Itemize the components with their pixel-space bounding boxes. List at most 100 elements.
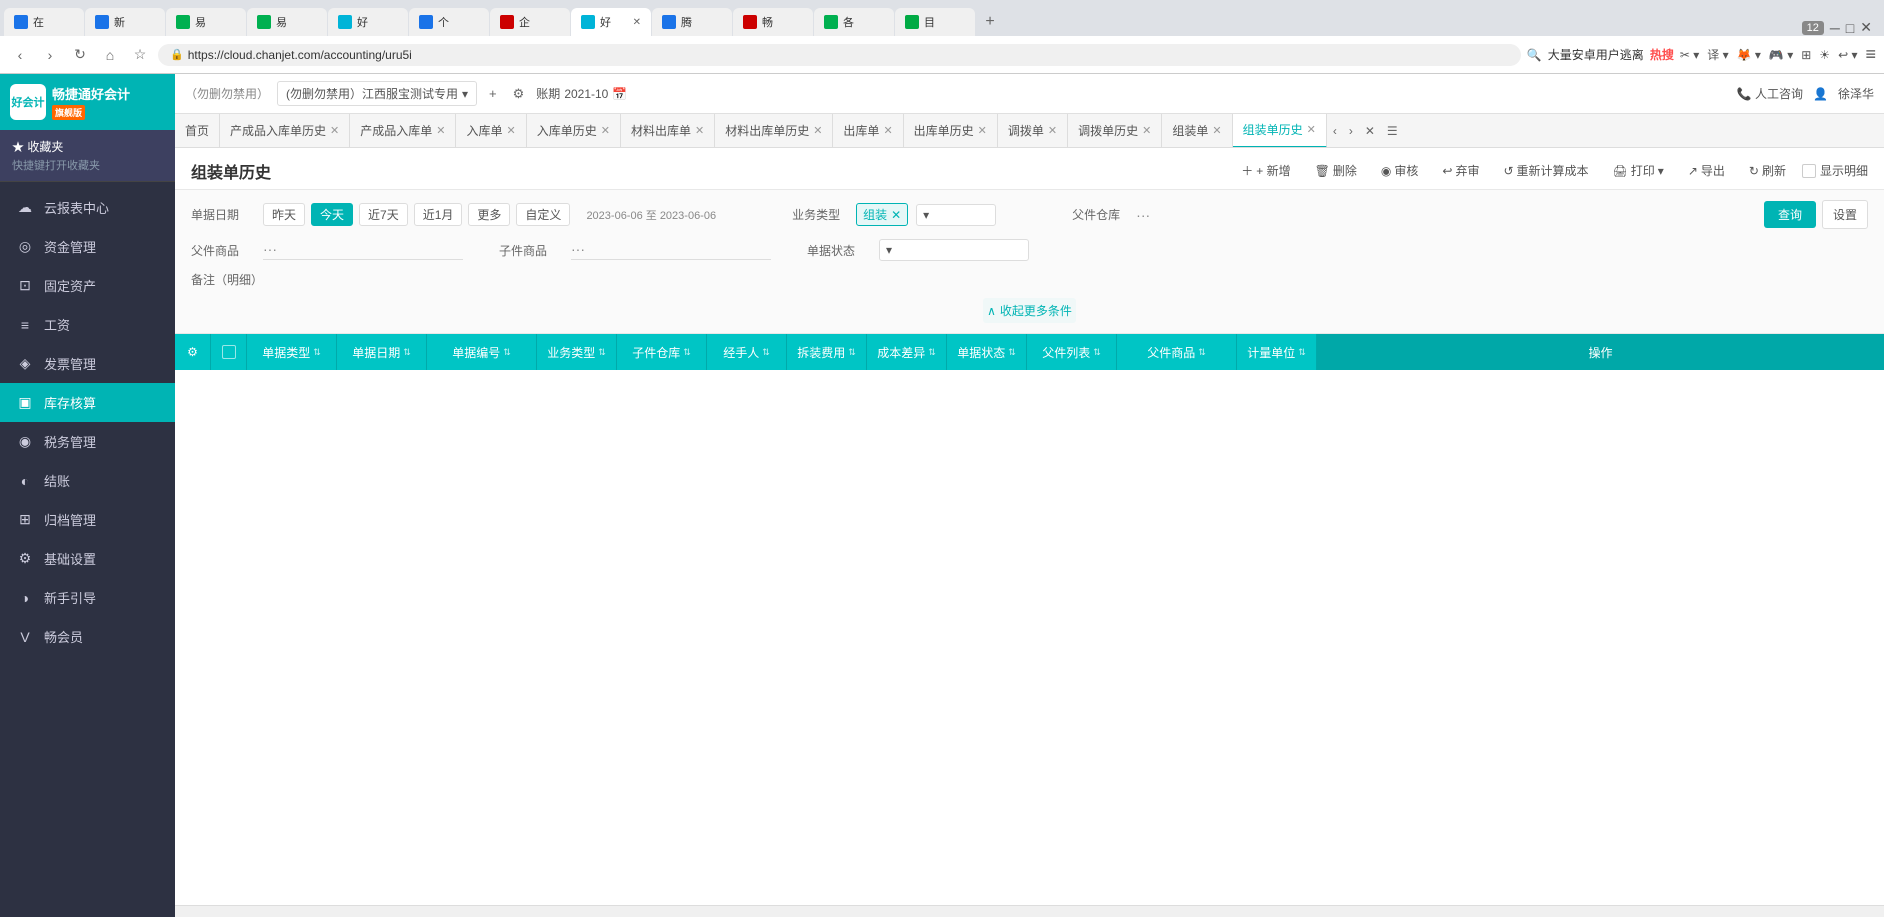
- page-tab-5-close[interactable]: ✕: [695, 124, 704, 137]
- parent-goods-more[interactable]: ···: [263, 241, 277, 257]
- calendar-icon[interactable]: 📅: [612, 87, 627, 101]
- page-tab-7-close[interactable]: ✕: [883, 124, 892, 137]
- today-btn[interactable]: 今天: [311, 203, 353, 226]
- page-tab-6-close[interactable]: ✕: [813, 124, 822, 137]
- custom-date-btn[interactable]: 自定义: [516, 203, 570, 226]
- browser-tab-7[interactable]: 企: [490, 8, 570, 36]
- page-tab-1[interactable]: 产成品入库单历史 ✕: [220, 114, 350, 148]
- grid-tool[interactable]: ⊞: [1801, 48, 1811, 62]
- menu-button[interactable]: ≡: [1865, 44, 1876, 65]
- browser-tab-3[interactable]: 易: [166, 8, 246, 36]
- th-order-type[interactable]: 单据类型 ⇅: [247, 334, 337, 370]
- address-input[interactable]: 🔒 https://cloud.chanjet.com/accounting/u…: [158, 44, 1521, 66]
- page-tab-2-close[interactable]: ✕: [436, 124, 445, 137]
- order-status-select[interactable]: ▾: [879, 239, 1029, 261]
- game-tool[interactable]: 🎮 ▾: [1769, 48, 1793, 62]
- tab-more[interactable]: ☰: [1381, 124, 1404, 138]
- browser-tab-9[interactable]: 腾: [652, 8, 732, 36]
- abandon-button[interactable]: ↩ 弃审: [1434, 158, 1487, 183]
- new-tab-button[interactable]: +: [976, 8, 1004, 36]
- settings-filter-button[interactable]: 设置: [1822, 200, 1868, 229]
- page-tab-10-close[interactable]: ✕: [1142, 124, 1151, 137]
- page-tab-9[interactable]: 调拨单 ✕: [998, 114, 1068, 148]
- sidebar-item-inventory[interactable]: ▣ 库存核算: [0, 383, 175, 422]
- page-tab-12[interactable]: 组装单历史 ✕: [1233, 114, 1327, 148]
- refresh-browser-button[interactable]: ↻: [68, 43, 92, 67]
- th-unit[interactable]: 计量单位 ⇅: [1237, 334, 1317, 370]
- page-tab-8-close[interactable]: ✕: [978, 124, 987, 137]
- service-button[interactable]: 📞 人工咨询: [1737, 85, 1803, 102]
- th-parent-goods[interactable]: 父件商品 ⇅: [1117, 334, 1237, 370]
- page-tab-10[interactable]: 调拨单历史 ✕: [1068, 114, 1162, 148]
- tab-prev-arrow[interactable]: ‹: [1327, 124, 1343, 138]
- page-tab-4-close[interactable]: ✕: [601, 124, 610, 137]
- column-settings-icon[interactable]: ⚙: [187, 345, 198, 359]
- th-disassembly-fee[interactable]: 拆装费用 ⇅: [787, 334, 867, 370]
- sidebar-item-salary[interactable]: ≡ 工资: [0, 305, 175, 344]
- company-selector[interactable]: (勿删勿禁用）江西服宝测试专用 ▾: [277, 81, 477, 106]
- tab-next-arrow[interactable]: ›: [1343, 124, 1359, 138]
- audit-button[interactable]: ◉ 审核: [1373, 158, 1427, 183]
- th-business-type[interactable]: 业务类型 ⇅: [537, 334, 617, 370]
- page-tab-7[interactable]: 出库单 ✕: [833, 114, 903, 148]
- display-detail-checkbox[interactable]: [1802, 164, 1816, 178]
- child-goods-more[interactable]: ···: [571, 241, 585, 257]
- tab-close-all[interactable]: ✕: [1359, 124, 1381, 138]
- page-tab-12-close[interactable]: ✕: [1307, 123, 1316, 136]
- sidebar-item-member[interactable]: V 畅会员: [0, 617, 175, 656]
- collapse-button[interactable]: ∧ 收起更多条件: [983, 298, 1076, 323]
- maximize-button[interactable]: □: [1846, 20, 1854, 36]
- th-handler[interactable]: 经手人 ⇅: [707, 334, 787, 370]
- delete-button[interactable]: 🗑 删除: [1307, 158, 1365, 183]
- browser-tab-1[interactable]: 在: [4, 8, 84, 36]
- page-tab-11[interactable]: 组装单 ✕: [1162, 114, 1232, 148]
- browser-tab-8[interactable]: 好 ✕: [571, 8, 651, 36]
- page-tab-9-close[interactable]: ✕: [1048, 124, 1057, 137]
- business-type-tag-close[interactable]: ✕: [891, 208, 901, 222]
- th-checkbox[interactable]: [211, 334, 247, 370]
- th-cost-diff[interactable]: 成本差异 ⇅: [867, 334, 947, 370]
- browser-tab-6[interactable]: 个: [409, 8, 489, 36]
- forward-button[interactable]: ›: [38, 43, 62, 67]
- page-tab-11-close[interactable]: ✕: [1212, 124, 1221, 137]
- tab-close-8[interactable]: ✕: [633, 17, 641, 28]
- page-tab-home[interactable]: 首页: [175, 114, 220, 148]
- browser-tab-11[interactable]: 各: [814, 8, 894, 36]
- sidebar-item-fund[interactable]: ◎ 资金管理: [0, 227, 175, 266]
- select-all-checkbox[interactable]: [222, 345, 236, 359]
- th-settings[interactable]: ⚙: [175, 334, 211, 370]
- recalc-button[interactable]: ↺ 重新计算成本: [1495, 158, 1596, 183]
- export-button[interactable]: ↗ 导出: [1680, 158, 1733, 183]
- sidebar-item-invoice[interactable]: ◈ 发票管理: [0, 344, 175, 383]
- page-tab-3[interactable]: 入库单 ✕: [456, 114, 526, 148]
- page-tab-6[interactable]: 材料出库单历史 ✕: [715, 114, 833, 148]
- sidebar-item-checkout[interactable]: ◐ 结账: [0, 461, 175, 500]
- th-child-warehouse[interactable]: 子件仓库 ⇅: [617, 334, 707, 370]
- query-button[interactable]: 查询: [1764, 201, 1816, 228]
- page-tab-4[interactable]: 入库单历史 ✕: [527, 114, 621, 148]
- th-parent-list[interactable]: 父件列表 ⇅: [1027, 334, 1117, 370]
- browser-tab-12[interactable]: 目: [895, 8, 975, 36]
- add-company-button[interactable]: +: [485, 84, 501, 103]
- browser-tab-10[interactable]: 畅: [733, 8, 813, 36]
- print-button[interactable]: 🖨 打印 ▾: [1605, 158, 1672, 183]
- page-tab-2[interactable]: 产成品入库单 ✕: [350, 114, 456, 148]
- refresh-button[interactable]: ↻ 刷新: [1741, 158, 1794, 183]
- sidebar-item-settings[interactable]: ⚙ 基础设置: [0, 539, 175, 578]
- page-tab-1-close[interactable]: ✕: [330, 124, 339, 137]
- display-detail-toggle[interactable]: 显示明细: [1802, 162, 1868, 179]
- sun-tool[interactable]: ☀: [1819, 48, 1830, 62]
- translate-tool[interactable]: 译 ▾: [1707, 46, 1728, 63]
- cut-tool[interactable]: ✂ ▾: [1680, 48, 1699, 62]
- sidebar-item-tax[interactable]: ◉ 税务管理: [0, 422, 175, 461]
- back-button[interactable]: ‹: [8, 43, 32, 67]
- th-order-status[interactable]: 单据状态 ⇅: [947, 334, 1027, 370]
- page-tab-5[interactable]: 材料出库单 ✕: [621, 114, 715, 148]
- sidebar-item-cloud-report[interactable]: ☁ 云报表中心: [0, 188, 175, 227]
- browser-tab-2[interactable]: 新: [85, 8, 165, 36]
- yesterday-btn[interactable]: 昨天: [263, 203, 305, 226]
- more-date-btn[interactable]: 更多: [468, 203, 510, 226]
- company-settings-button[interactable]: ⚙: [509, 84, 529, 104]
- sidebar-item-archive[interactable]: ⊞ 归档管理: [0, 500, 175, 539]
- add-button[interactable]: ＋ + 新增: [1233, 158, 1298, 183]
